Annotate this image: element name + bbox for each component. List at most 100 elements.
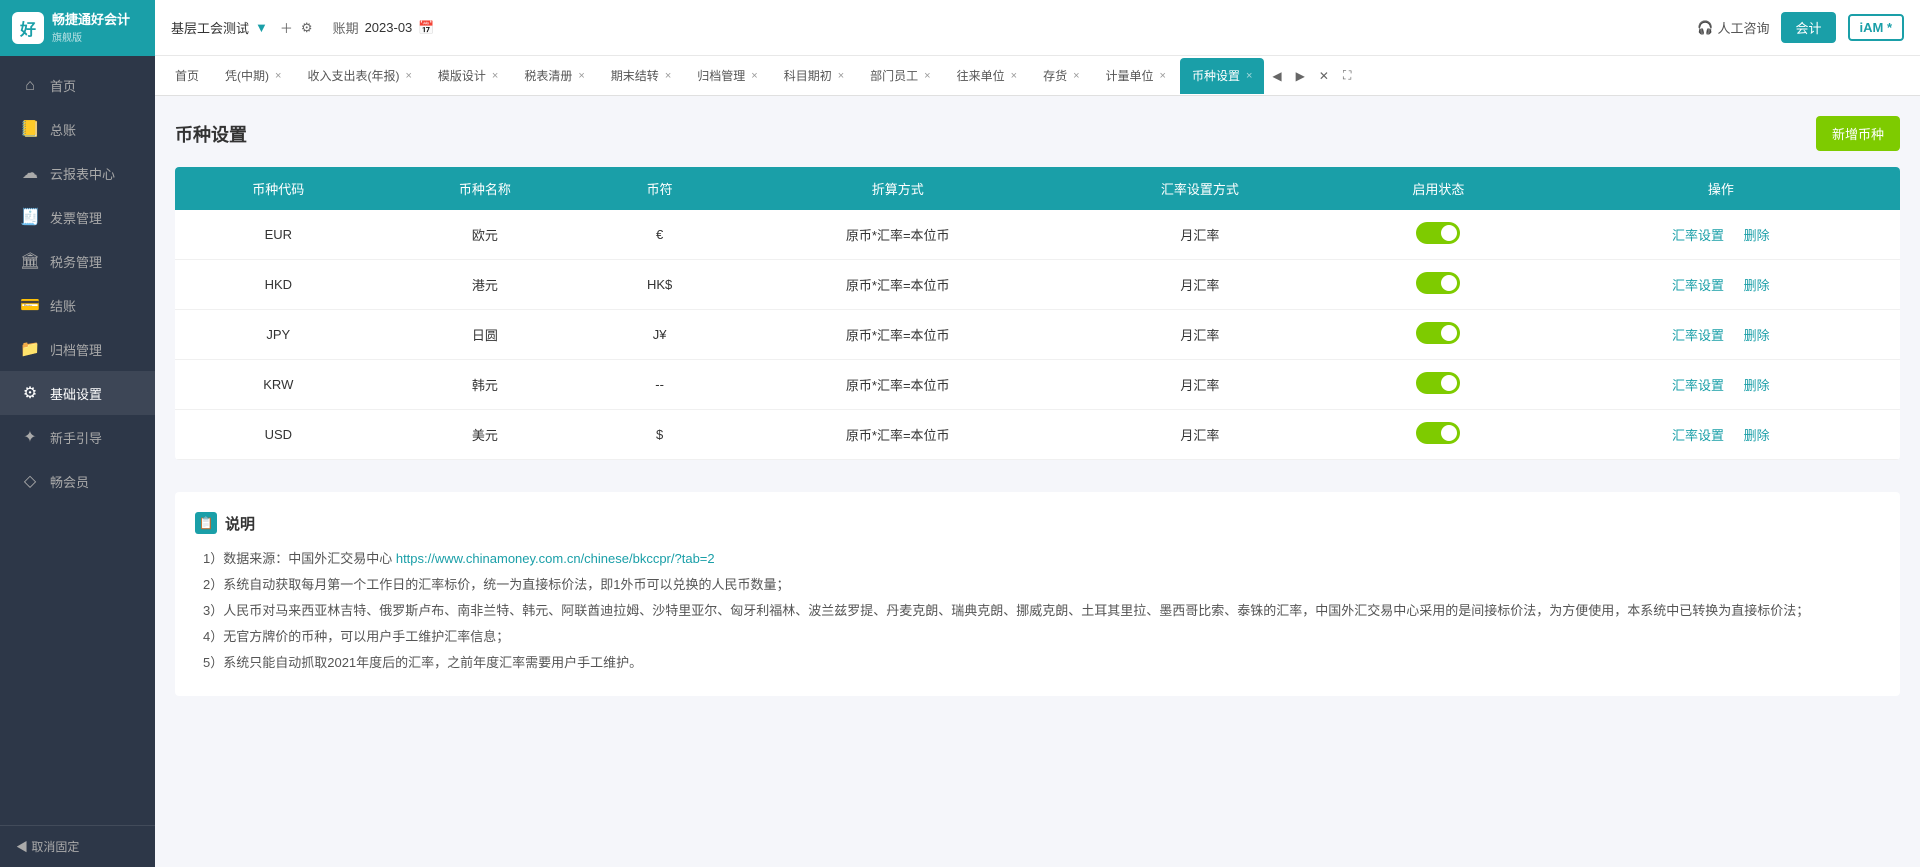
notes-item: 1）数据来源：中国外汇交易中心 https://www.chinamoney.c… (195, 546, 1880, 572)
accountant-button[interactable]: 会计 (1781, 12, 1835, 43)
sidebar-item-reports[interactable]: ☁ 云报表中心 (0, 151, 155, 195)
sidebar-item-invoice[interactable]: 🧾 发票管理 (0, 195, 155, 239)
cell-rate-type: 月汇率 (1065, 410, 1336, 460)
sidebar-item-label: 新手引导 (50, 428, 102, 447)
delete-link[interactable]: 删除 (1744, 428, 1770, 443)
settings-gear-icon[interactable]: ⚙ (301, 20, 313, 36)
tab-nav-prev[interactable]: ◀ (1266, 65, 1287, 87)
tab-close-icon[interactable]: × (1246, 70, 1252, 82)
company-selector[interactable]: 基层工会测试 ▼ (171, 18, 268, 37)
rate-setting-link[interactable]: 汇率设置 (1672, 228, 1724, 243)
sidebar-unpin[interactable]: ◀ 取消固定 (0, 825, 155, 867)
tab-close-icon[interactable]: × (665, 70, 671, 82)
col-action: 操作 (1542, 167, 1900, 210)
archive-icon: 📁 (20, 339, 40, 359)
sidebar-item-archive[interactable]: 📁 归档管理 (0, 327, 155, 371)
sidebar-item-checkout[interactable]: 💳 结账 (0, 283, 155, 327)
tab-inventory[interactable]: 存货 × (1031, 58, 1091, 94)
tab-dept-staff[interactable]: 部门员工 × (858, 58, 942, 94)
tab-contacts[interactable]: 往来单位 × (945, 58, 1029, 94)
sidebar-item-label: 税务管理 (50, 252, 102, 271)
tab-nav-next[interactable]: ▶ (1290, 65, 1311, 87)
content-area: 币种设置 新增币种 币种代码 币种名称 币符 折算方式 汇率设置方式 启用状态 … (155, 96, 1920, 867)
consult-button[interactable]: 🎧 人工咨询 (1697, 18, 1769, 37)
cell-symbol: $ (588, 410, 731, 460)
company-dropdown-icon: ▼ (255, 20, 268, 35)
sidebar-item-member[interactable]: ◇ 畅会员 (0, 459, 155, 503)
rate-setting-link[interactable]: 汇率设置 (1672, 428, 1724, 443)
tab-close-icon[interactable]: × (492, 70, 498, 82)
cell-status[interactable] (1335, 260, 1542, 310)
sidebar-item-ledger[interactable]: 📒 总账 (0, 107, 155, 151)
tab-archive-mgmt[interactable]: 归档管理 × (685, 58, 769, 94)
cell-actions: 汇率设置 删除 (1542, 260, 1900, 310)
cell-status[interactable] (1335, 310, 1542, 360)
tax-icon: 🏛 (20, 251, 40, 271)
sidebar-item-label: 畅会员 (50, 472, 89, 491)
sidebar-item-guide[interactable]: ✦ 新手引导 (0, 415, 155, 459)
tab-close-icon[interactable]: × (578, 70, 584, 82)
notes-list: 1）数据来源：中国外汇交易中心 https://www.chinamoney.c… (195, 546, 1880, 676)
tab-close-icon[interactable]: × (1160, 70, 1166, 82)
rate-setting-link[interactable]: 汇率设置 (1672, 378, 1724, 393)
toggle-enabled[interactable] (1416, 372, 1460, 394)
sidebar-item-label: 发票管理 (50, 208, 102, 227)
period-label: 账期 (333, 18, 359, 37)
cell-name: 港元 (382, 260, 589, 310)
sidebar-item-label: 首页 (50, 76, 76, 95)
tab-currency[interactable]: 币种设置 × (1180, 58, 1264, 94)
cell-status[interactable] (1335, 410, 1542, 460)
tab-close-icon[interactable]: × (1073, 70, 1079, 82)
tab-expand[interactable]: ⛶ (1337, 64, 1357, 87)
tab-voucher[interactable]: 凭(中期) × (213, 58, 293, 94)
delete-link[interactable]: 删除 (1744, 328, 1770, 343)
tab-close-icon[interactable]: × (751, 70, 757, 82)
tab-income[interactable]: 收入支出表(年报) × (295, 58, 423, 94)
cell-name: 美元 (382, 410, 589, 460)
cell-method: 原币*汇率=本位币 (731, 210, 1065, 260)
new-currency-button[interactable]: 新增币种 (1816, 116, 1900, 151)
sidebar-item-tax[interactable]: 🏛 税务管理 (0, 239, 155, 283)
notes-item: 5）系统只能自动抓取2021年度后的汇率，之前年度汇率需要用户手工维护。 (195, 650, 1880, 676)
company-name: 基层工会测试 (171, 18, 249, 37)
sidebar-item-home[interactable]: ⌂ 首页 (0, 64, 155, 107)
tab-close-all[interactable]: ✕ (1313, 65, 1335, 87)
tab-period-close[interactable]: 期末结转 × (599, 58, 683, 94)
table-row: JPY 日圆 J¥ 原币*汇率=本位币 月汇率 汇率设置 删除 (175, 310, 1900, 360)
delete-link[interactable]: 删除 (1744, 228, 1770, 243)
toggle-enabled[interactable] (1416, 422, 1460, 444)
cell-actions: 汇率设置 删除 (1542, 310, 1900, 360)
chinamoney-link[interactable]: https://www.chinamoney.com.cn/chinese/bk… (396, 551, 715, 566)
tab-close-icon[interactable]: × (838, 70, 844, 82)
sidebar-item-settings[interactable]: ⚙ 基础设置 (0, 371, 155, 415)
toggle-enabled[interactable] (1416, 272, 1460, 294)
tab-close-icon[interactable]: × (924, 70, 930, 82)
delete-link[interactable]: 删除 (1744, 378, 1770, 393)
delete-link[interactable]: 删除 (1744, 278, 1770, 293)
col-status: 启用状态 (1335, 167, 1542, 210)
cell-status[interactable] (1335, 360, 1542, 410)
tab-taxform[interactable]: 税表清册 × (512, 58, 596, 94)
cell-name: 欧元 (382, 210, 589, 260)
tab-home[interactable]: 首页 (163, 58, 211, 94)
cell-status[interactable] (1335, 210, 1542, 260)
cell-code: EUR (175, 210, 382, 260)
tab-subject-init[interactable]: 科目期初 × (772, 58, 856, 94)
cell-rate-type: 月汇率 (1065, 260, 1336, 310)
toggle-enabled[interactable] (1416, 222, 1460, 244)
currency-table: 币种代码 币种名称 币符 折算方式 汇率设置方式 启用状态 操作 EUR 欧元 … (175, 167, 1900, 460)
col-symbol: 币符 (588, 167, 731, 210)
rate-setting-link[interactable]: 汇率设置 (1672, 328, 1724, 343)
sidebar-item-label: 归档管理 (50, 340, 102, 359)
rate-setting-link[interactable]: 汇率设置 (1672, 278, 1724, 293)
tab-close-icon[interactable]: × (405, 70, 411, 82)
tab-close-icon[interactable]: × (1011, 70, 1017, 82)
period-selector[interactable]: 账期 2023-03 📅 (333, 18, 435, 37)
cell-actions: 汇率设置 删除 (1542, 360, 1900, 410)
tab-close-icon[interactable]: × (275, 70, 281, 82)
tab-template[interactable]: 模版设计 × (426, 58, 510, 94)
add-icon[interactable]: ＋ (280, 18, 293, 37)
toggle-enabled[interactable] (1416, 322, 1460, 344)
sidebar-nav: ⌂ 首页 📒 总账 ☁ 云报表中心 🧾 发票管理 🏛 税务管理 💳 结账 📁 归… (0, 56, 155, 825)
tab-unit[interactable]: 计量单位 × (1094, 58, 1178, 94)
